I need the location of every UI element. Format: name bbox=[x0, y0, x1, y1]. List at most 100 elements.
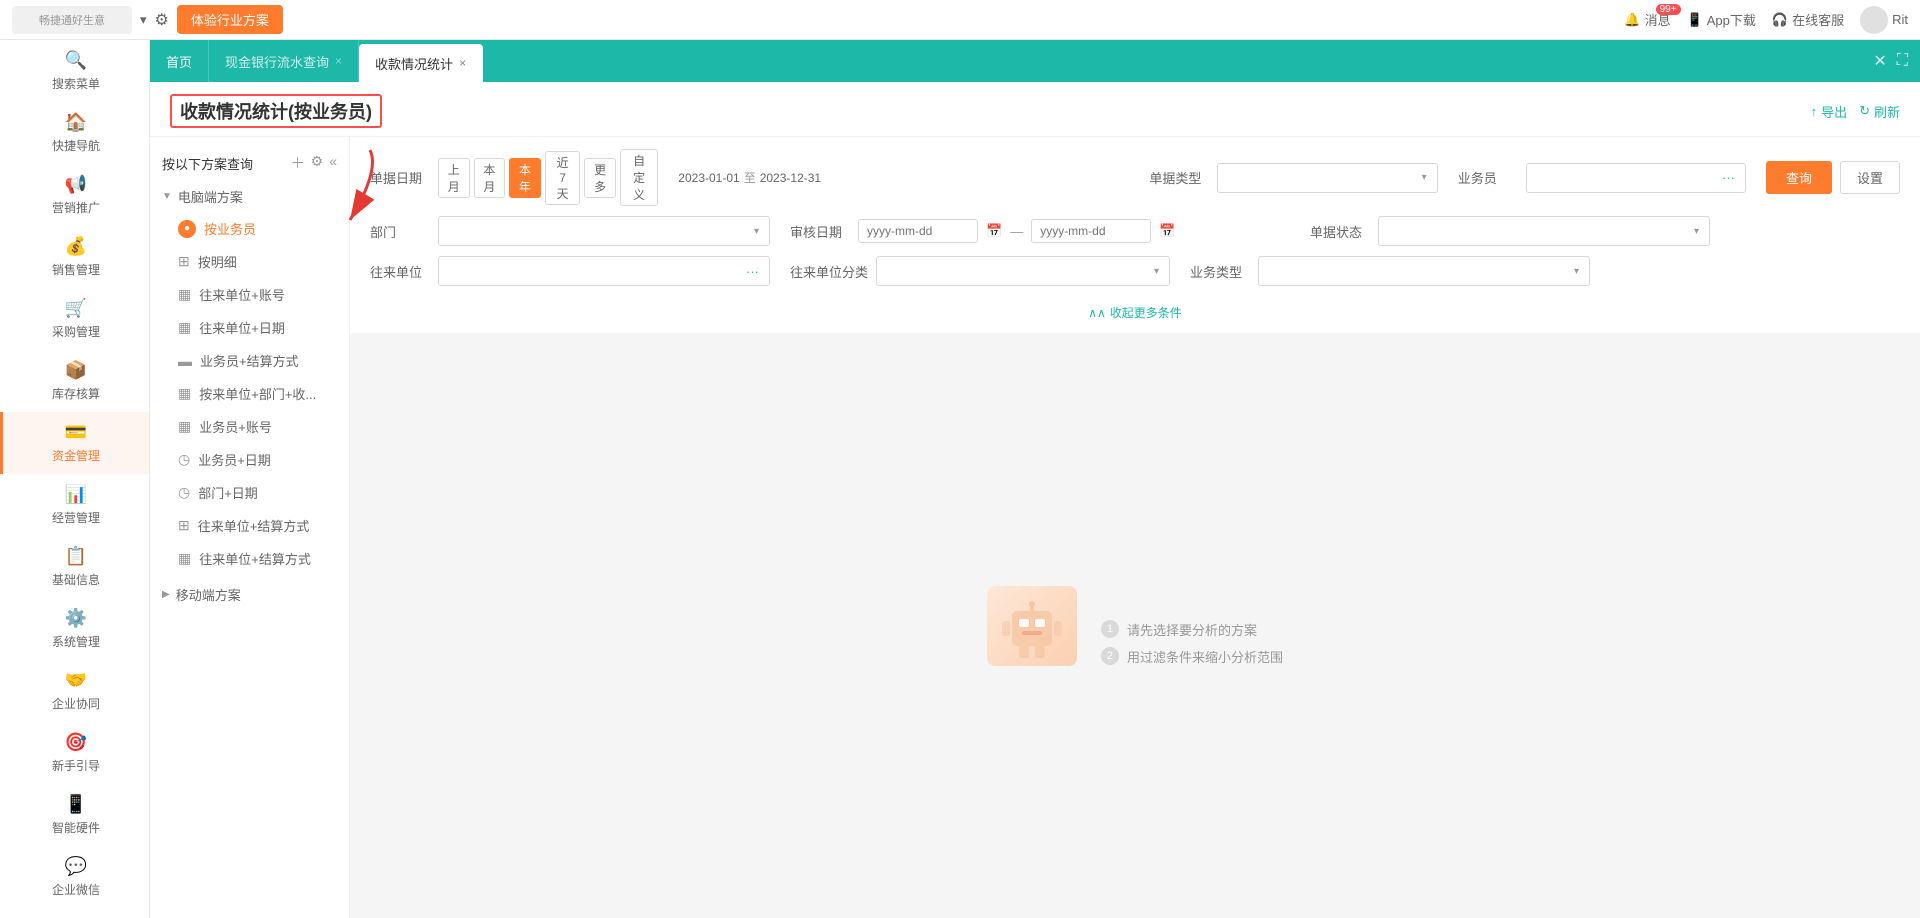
refresh-icon: ↻ bbox=[1859, 103, 1870, 119]
scheme-item-label: 按业务员 bbox=[204, 219, 256, 238]
empty-tips: 1 请先选择要分析的方案 2 用过滤条件来缩小分析范围 bbox=[1101, 620, 1283, 666]
sidebar-item-guide[interactable]: 🎯 新手引导 bbox=[0, 722, 149, 784]
guide-icon: 🎯 bbox=[65, 732, 87, 753]
sidebar-item-cooperation[interactable]: 🤝 企业协同 bbox=[0, 660, 149, 722]
dots-icon: ··· bbox=[1722, 170, 1735, 185]
scheme-item-by-detail[interactable]: ⊞ 按明细 bbox=[150, 245, 349, 278]
voucher-status-label: 单据状态 bbox=[1310, 222, 1370, 241]
sidebar-item-operations[interactable]: 📊 经营管理 bbox=[0, 474, 149, 536]
collapse-filter-button[interactable]: ∧∧ 收起更多条件 bbox=[370, 296, 1900, 329]
expand-icon: ▼ bbox=[162, 191, 172, 202]
chevron-down-icon: ▾ bbox=[754, 226, 759, 237]
scheme-item-salesperson-settlement[interactable]: ▬ 业务员+结算方式 bbox=[150, 344, 349, 377]
tab-close-icon[interactable]: × bbox=[335, 54, 342, 68]
sidebar-item-search[interactable]: 🔍 搜索菜单 bbox=[0, 40, 149, 102]
review-date-to-input[interactable] bbox=[1031, 219, 1151, 243]
date-quick-buttons: 上月 本月 本年 近7天 更多 自定义 bbox=[438, 149, 658, 206]
sidebar-item-purchase[interactable]: 🛒 采购管理 bbox=[0, 288, 149, 350]
calendar-icon[interactable]: 📅 bbox=[1159, 223, 1175, 239]
dept-select[interactable]: ▾ bbox=[438, 216, 770, 246]
date-to-value: 2023-12-31 bbox=[760, 171, 821, 185]
tab-close-icon[interactable]: × bbox=[459, 56, 466, 70]
settings-button[interactable]: 设置 bbox=[1840, 161, 1900, 194]
sidebar-item-label: 智能硬件 bbox=[52, 819, 100, 836]
sidebar-item-wechat[interactable]: 💬 企业微信 bbox=[0, 846, 149, 908]
voucher-status-select[interactable]: ▾ bbox=[1378, 216, 1710, 246]
tab-collection-stats[interactable]: 收款情况统计 × bbox=[359, 44, 483, 82]
settings-icon[interactable]: ⚙ bbox=[155, 10, 169, 30]
collapse-panel-button[interactable]: « bbox=[329, 153, 337, 173]
sidebar-item-finance[interactable]: 💳 资金管理 bbox=[0, 412, 149, 474]
scheme-group-header-mobile[interactable]: ▶ 移动端方案 bbox=[150, 579, 349, 610]
export-button[interactable]: ↑ 导出 bbox=[1811, 102, 1848, 121]
scheme-settings-button[interactable]: ⚙ bbox=[311, 153, 324, 173]
maximize-icon[interactable]: ⛶ bbox=[1897, 52, 1908, 70]
sidebar-item-quick-nav[interactable]: 🏠 快捷导航 bbox=[0, 102, 149, 164]
dropdown-arrow-icon[interactable]: ▾ bbox=[140, 12, 147, 28]
date-btn-more[interactable]: 更多 bbox=[584, 158, 616, 198]
voucher-type-select[interactable]: ▾ bbox=[1217, 163, 1437, 193]
date-from-value: 2023-01-01 bbox=[678, 171, 739, 185]
sidebar-item-member[interactable]: V 畅会员 bbox=[0, 908, 149, 918]
scheme-item-counterparty-settlement2[interactable]: ▦ 往来单位+结算方式 bbox=[150, 542, 349, 575]
online-service-button[interactable]: 🎧 在线客服 bbox=[1772, 10, 1844, 29]
empty-state-illustration bbox=[987, 586, 1077, 666]
avatar bbox=[1860, 6, 1888, 34]
trial-button[interactable]: 体验行业方案 bbox=[177, 5, 283, 34]
scheme-item-salesperson-account[interactable]: ▦ 业务员+账号 bbox=[150, 410, 349, 443]
calendar-icon[interactable]: 📅 bbox=[986, 223, 1002, 239]
date-btn-this-month[interactable]: 本月 bbox=[474, 158, 506, 198]
operations-icon: 📊 bbox=[65, 484, 87, 505]
sidebar-item-inventory[interactable]: 📦 库存核算 bbox=[0, 350, 149, 412]
scheme-item-by-salesperson[interactable]: ● 按业务员 bbox=[150, 212, 349, 245]
counterparty-category-field: 往来单位分类 ▾ bbox=[790, 256, 1170, 286]
salesperson-select[interactable]: ··· bbox=[1526, 163, 1746, 193]
user-avatar-area[interactable]: Rit bbox=[1860, 6, 1908, 34]
tab-bank-flow[interactable]: 现金银行流水查询 × bbox=[209, 40, 359, 82]
main-layout: 🔍 搜索菜单 🏠 快捷导航 📢 营销推广 💰 销售管理 🛒 采购管理 📦 库存核… bbox=[0, 40, 1920, 918]
notifications-button[interactable]: 🔔 消息 99+ bbox=[1624, 10, 1670, 29]
date-btn-custom[interactable]: 自定义 bbox=[620, 149, 658, 206]
date-btn-this-year[interactable]: 本年 bbox=[509, 158, 541, 198]
sidebar-item-marketing[interactable]: 📢 营销推广 bbox=[0, 164, 149, 226]
tab-home[interactable]: 首页 bbox=[150, 40, 209, 82]
collapse-icon: ∧∧ bbox=[1088, 306, 1106, 320]
date-btn-last-month[interactable]: 上月 bbox=[438, 158, 470, 198]
date-btn-7days[interactable]: 近7天 bbox=[545, 151, 580, 205]
counterparty-category-select[interactable]: ▾ bbox=[876, 256, 1170, 286]
query-button[interactable]: 查询 bbox=[1766, 161, 1832, 194]
scheme-item-dept-date[interactable]: ◷ 部门+日期 bbox=[150, 476, 349, 509]
sidebar-item-system[interactable]: ⚙️ 系统管理 bbox=[0, 598, 149, 660]
scheme-item-counterparty-dept[interactable]: ▦ 按来单位+部门+收... bbox=[150, 377, 349, 410]
table-icon: ▦ bbox=[178, 319, 191, 336]
refresh-label: 刷新 bbox=[1874, 102, 1900, 121]
sidebar-item-basic-info[interactable]: 📋 基础信息 bbox=[0, 536, 149, 598]
salesperson-field: 业务员 ··· bbox=[1458, 163, 1746, 193]
scheme-item-label: 往来单位+账号 bbox=[199, 285, 285, 304]
scheme-item-counterparty-settlement1[interactable]: ⊞ 往来单位+结算方式 bbox=[150, 509, 349, 542]
close-window-icon[interactable]: ✕ bbox=[1873, 51, 1886, 71]
sidebar-item-hardware[interactable]: 📱 智能硬件 bbox=[0, 784, 149, 846]
content-area: 首页 现金银行流水查询 × 收款情况统计 × ✕ ⛶ 收款情况统计(按业务员) bbox=[150, 40, 1920, 918]
sidebar-item-sales[interactable]: 💰 销售管理 bbox=[0, 226, 149, 288]
refresh-button[interactable]: ↻ 刷新 bbox=[1859, 102, 1900, 121]
scheme-item-counterparty-date[interactable]: ▦ 往来单位+日期 bbox=[150, 311, 349, 344]
app-download-button[interactable]: 📱 App下载 bbox=[1687, 10, 1756, 29]
sidebar-item-label: 企业微信 bbox=[52, 881, 100, 898]
search-icon: 🔍 bbox=[65, 50, 87, 71]
scheme-group-header-desktop[interactable]: ▼ 电脑端方案 bbox=[150, 181, 349, 212]
counterparty-select[interactable]: ··· bbox=[438, 256, 770, 286]
table-icon: ▦ bbox=[178, 550, 191, 567]
tab-label: 首页 bbox=[166, 52, 192, 71]
scheme-item-counterparty-account[interactable]: ▦ 往来单位+账号 bbox=[150, 278, 349, 311]
scheme-item-salesperson-date[interactable]: ◷ 业务员+日期 bbox=[150, 443, 349, 476]
business-type-select[interactable]: ▾ bbox=[1258, 256, 1590, 286]
top-bar-right: 🔔 消息 99+ 📱 App下载 🎧 在线客服 Rit bbox=[1624, 6, 1908, 34]
empty-state: 1 请先选择要分析的方案 2 用过滤条件来缩小分析范围 bbox=[350, 333, 1920, 918]
filter-section: 单据日期 上月 本月 本年 近7天 更多 自定义 bbox=[350, 137, 1920, 333]
sales-icon: 💰 bbox=[65, 236, 87, 257]
review-date-from-input[interactable] bbox=[858, 219, 978, 243]
tab-bar: 首页 现金银行流水查询 × 收款情况统计 × ✕ ⛶ bbox=[150, 40, 1920, 82]
date-filter-field: 单据日期 上月 本月 本年 近7天 更多 自定义 bbox=[370, 149, 658, 206]
add-scheme-button[interactable]: ＋ bbox=[291, 153, 305, 173]
